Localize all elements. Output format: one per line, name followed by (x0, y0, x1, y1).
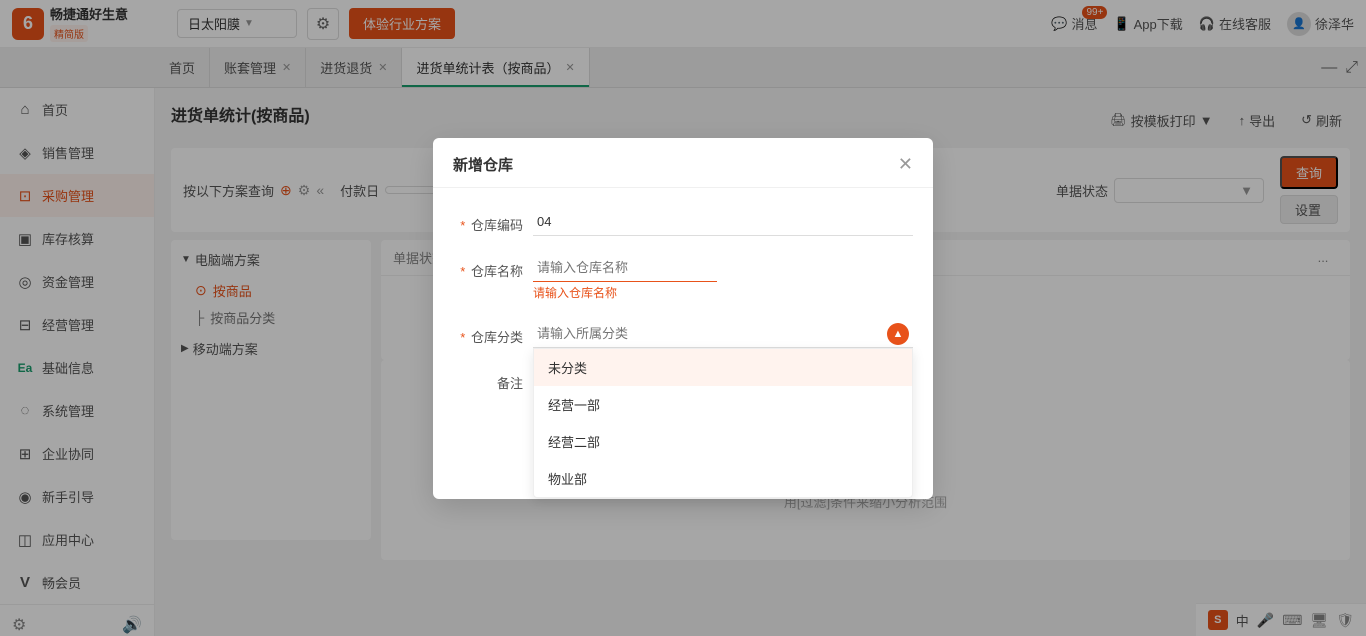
category-dropdown-arrow[interactable]: ▲ (887, 323, 909, 345)
form-row-name-inner: * 仓库名称 (453, 254, 717, 282)
category-dropdown: 未分类 经营一部 经营二部 物业部 (533, 348, 913, 498)
dialog-header: 新增仓库 ✕ (433, 138, 933, 188)
modal-overlay: 新增仓库 ✕ * 仓库编码 * 仓库名称 (0, 0, 1366, 636)
name-input[interactable] (533, 254, 717, 282)
name-label-text: 仓库名称 (471, 264, 523, 279)
dropdown-item-dept1[interactable]: 经营一部 (534, 386, 912, 423)
code-label: * 仓库编码 (453, 208, 523, 234)
dialog-body: * 仓库编码 * 仓库名称 请输入仓库名称 (433, 188, 933, 434)
name-error-area: 请输入仓库名称 (453, 284, 617, 302)
category-input[interactable] (533, 320, 913, 348)
dialog-new-warehouse: 新增仓库 ✕ * 仓库编码 * 仓库名称 (433, 138, 933, 499)
code-input[interactable] (533, 208, 913, 236)
form-row-name: * 仓库名称 请输入仓库名称 (453, 254, 913, 302)
dialog-close-button[interactable]: ✕ (898, 154, 913, 175)
form-row-code: * 仓库编码 (453, 208, 913, 236)
category-label-text: 仓库分类 (471, 330, 523, 345)
name-label: * 仓库名称 (453, 254, 523, 280)
name-input-wrapper (533, 254, 717, 282)
code-required-mark: * (460, 218, 465, 233)
category-select-wrapper: ▲ 未分类 经营一部 经营二部 物业部 (533, 320, 913, 348)
name-error-message: 请输入仓库名称 (533, 286, 617, 300)
dropdown-item-dept2[interactable]: 经营二部 (534, 423, 912, 460)
notes-label-text: 备注 (497, 376, 523, 391)
form-row-category: * 仓库分类 ▲ 未分类 经营一部 经营二部 物业部 (453, 320, 913, 348)
dropdown-item-none[interactable]: 未分类 (534, 349, 912, 386)
category-label: * 仓库分类 (453, 320, 523, 346)
name-required-mark: * (460, 264, 465, 279)
dialog-title: 新增仓库 (453, 154, 513, 175)
code-label-text: 仓库编码 (471, 218, 523, 233)
dropdown-item-dept3[interactable]: 物业部 (534, 460, 912, 497)
category-required-mark: * (460, 330, 465, 345)
notes-label: 备注 (453, 366, 523, 392)
